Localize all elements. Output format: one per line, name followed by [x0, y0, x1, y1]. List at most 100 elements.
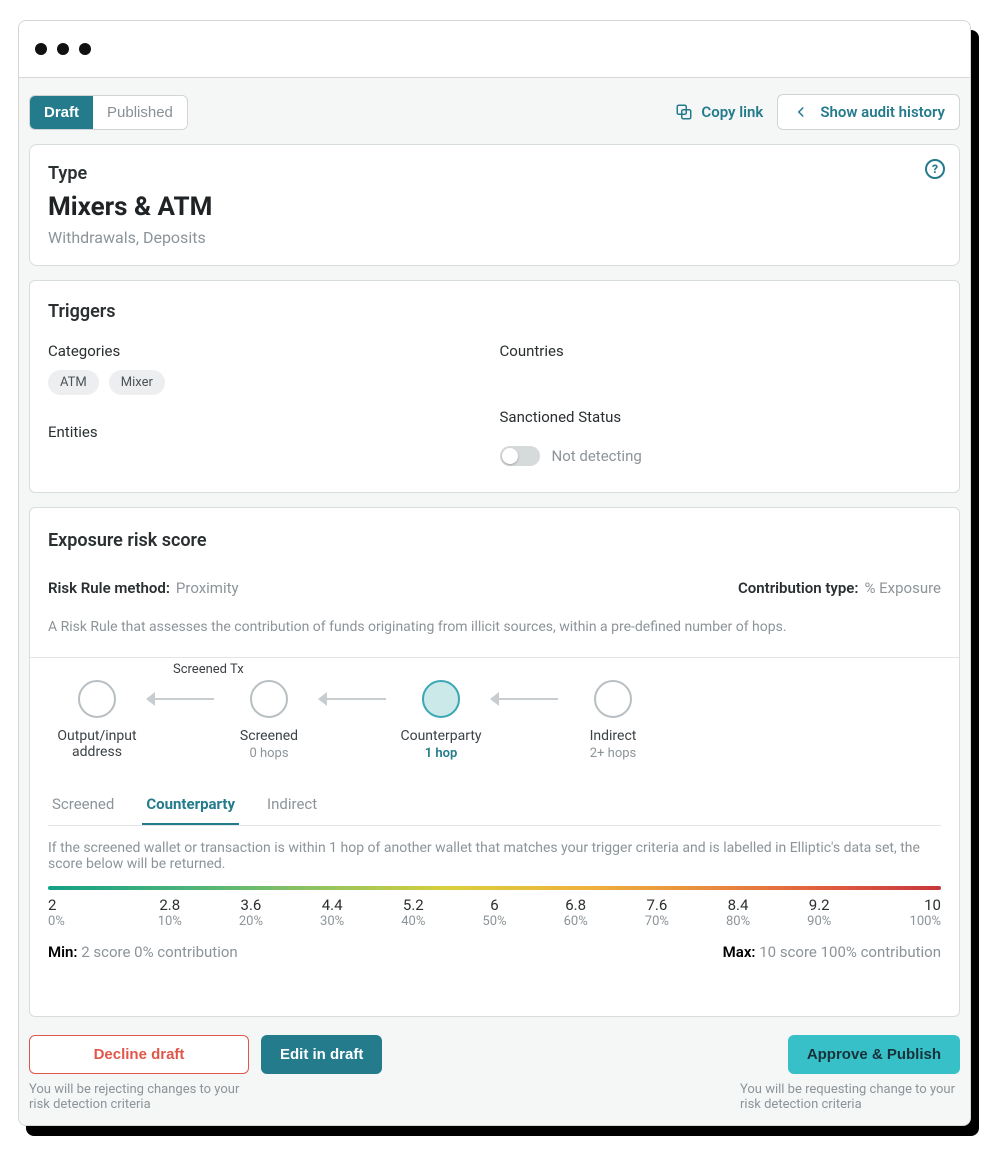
approve-publish-button[interactable]: Approve & Publish: [788, 1035, 960, 1074]
hop-node-indirect-icon: [594, 680, 632, 718]
contrib-value: % Exposure: [864, 579, 941, 597]
type-label: Type: [48, 163, 941, 184]
sanctioned-toggle[interactable]: [500, 446, 540, 466]
sanctioned-label: Sanctioned Status: [500, 408, 942, 426]
max-value: 10 score 100% contribution: [759, 943, 941, 961]
hop-node-screened-icon: [250, 680, 288, 718]
scale-score: 2: [48, 896, 56, 914]
entities-label: Entities: [48, 423, 490, 441]
hop0-title: Output/input address: [57, 728, 136, 760]
chevron-left-icon: [792, 103, 810, 121]
scale-tick: 4.430%: [292, 896, 373, 929]
scale-score: 7.6: [646, 896, 667, 914]
scale-tick: 7.670%: [616, 896, 697, 929]
type-subtitle: Withdrawals, Deposits: [48, 228, 941, 247]
scale-score: 10: [924, 896, 941, 914]
min-value: 2 score 0% contribution: [81, 943, 237, 961]
scale-tick: 650%: [454, 896, 535, 929]
app-window: Draft Published Copy link Show audit his…: [18, 20, 971, 1126]
scale-tick: 10100%: [860, 896, 941, 929]
categories-label: Categories: [48, 342, 490, 360]
scale-percent: 50%: [482, 914, 506, 929]
help-icon[interactable]: ?: [925, 159, 945, 179]
footer-actions: Decline draft You will be rejecting chan…: [29, 1031, 960, 1112]
scale-score: 2.8: [159, 896, 180, 914]
window-dot-icon: [35, 43, 47, 55]
score-gradient-bar: [48, 886, 941, 890]
hop-node-output-icon: [78, 680, 116, 718]
scale-percent: 80%: [726, 914, 750, 929]
scale-score: 6.8: [565, 896, 586, 914]
exposure-description: A Risk Rule that assesses the contributi…: [48, 619, 941, 635]
scale-percent: 0%: [48, 914, 65, 929]
scale-percent: 10%: [158, 914, 182, 929]
copy-link-button[interactable]: Copy link: [675, 103, 763, 121]
toolbar: Draft Published Copy link Show audit his…: [29, 88, 960, 130]
exposure-subtabs: Screened Counterparty Indirect: [48, 785, 941, 826]
scale-score: 8.4: [728, 896, 749, 914]
hop2-title: Counterparty: [400, 728, 481, 744]
window-dot-icon: [79, 43, 91, 55]
hop1-sub: 0 hops: [249, 746, 288, 761]
type-card: Type Mixers & ATM Withdrawals, Deposits …: [29, 144, 960, 266]
scale-tick: 3.620%: [210, 896, 291, 929]
chip-atm[interactable]: ATM: [48, 370, 99, 395]
method-key: Risk Rule method:: [48, 579, 170, 597]
scale-percent: 30%: [320, 914, 344, 929]
subtab-description: If the screened wallet or transaction is…: [48, 840, 941, 872]
tab-published[interactable]: Published: [93, 96, 187, 129]
decline-draft-button[interactable]: Decline draft: [29, 1035, 249, 1074]
hop2-sub: 1 hop: [425, 746, 458, 761]
hop3-title: Indirect: [590, 728, 637, 744]
sanctioned-toggle-label: Not detecting: [552, 447, 642, 465]
scale-tick: 2.810%: [129, 896, 210, 929]
countries-label: Countries: [500, 342, 942, 360]
scale-score: 9.2: [809, 896, 830, 914]
min-label: Min:: [48, 943, 78, 961]
scale-tick: 5.240%: [373, 896, 454, 929]
decline-note: You will be rejecting changes to your ri…: [29, 1082, 249, 1112]
subtab-screened[interactable]: Screened: [48, 785, 118, 825]
triggers-heading: Triggers: [48, 301, 941, 322]
score-scale: 20%2.810%3.620%4.430%5.240%650%6.860%7.6…: [48, 886, 941, 929]
subtab-counterparty[interactable]: Counterparty: [142, 785, 239, 825]
screened-tx-label: Screened Tx: [173, 662, 244, 677]
copy-link-label: Copy link: [701, 103, 763, 121]
scale-percent: 100%: [910, 914, 941, 929]
type-title: Mixers & ATM: [48, 192, 941, 222]
hop1-title: Screened: [240, 728, 298, 744]
scale-tick: 8.480%: [697, 896, 778, 929]
hops-diagram: Output/input address Screened 0 hops: [52, 680, 941, 761]
triggers-card: Triggers Categories ATM Mixer Entities C…: [29, 280, 960, 493]
exposure-card: Exposure risk score Risk Rule method: Pro…: [29, 507, 960, 1017]
scale-tick: 6.860%: [535, 896, 616, 929]
subtab-indirect[interactable]: Indirect: [263, 785, 321, 825]
max-label: Max:: [723, 943, 756, 961]
copy-icon: [675, 103, 693, 121]
scale-percent: 70%: [645, 914, 669, 929]
scale-percent: 60%: [564, 914, 588, 929]
scale-score: 6: [490, 896, 498, 914]
scale-score: 4.4: [322, 896, 343, 914]
tab-draft[interactable]: Draft: [30, 96, 93, 129]
window-dot-icon: [57, 43, 69, 55]
scale-percent: 90%: [807, 914, 831, 929]
contrib-key: Contribution type:: [738, 579, 858, 597]
approve-note: You will be requesting change to your ri…: [740, 1082, 960, 1112]
hop-node-counterparty-icon: [422, 680, 460, 718]
scale-percent: 40%: [401, 914, 425, 929]
state-segmented-control: Draft Published: [29, 95, 188, 130]
edit-in-draft-button[interactable]: Edit in draft: [261, 1035, 382, 1074]
show-audit-button[interactable]: Show audit history: [777, 94, 960, 130]
hop3-sub: 2+ hops: [590, 746, 637, 761]
scale-tick: 9.290%: [779, 896, 860, 929]
window-titlebar: [19, 21, 970, 77]
method-value: Proximity: [176, 579, 239, 597]
scale-percent: 20%: [239, 914, 263, 929]
exposure-heading: Exposure risk score: [48, 530, 941, 551]
show-audit-label: Show audit history: [820, 103, 945, 121]
scale-score: 5.2: [403, 896, 424, 914]
scale-score: 3.6: [241, 896, 262, 914]
scale-tick: 20%: [48, 896, 129, 929]
chip-mixer[interactable]: Mixer: [109, 370, 165, 395]
